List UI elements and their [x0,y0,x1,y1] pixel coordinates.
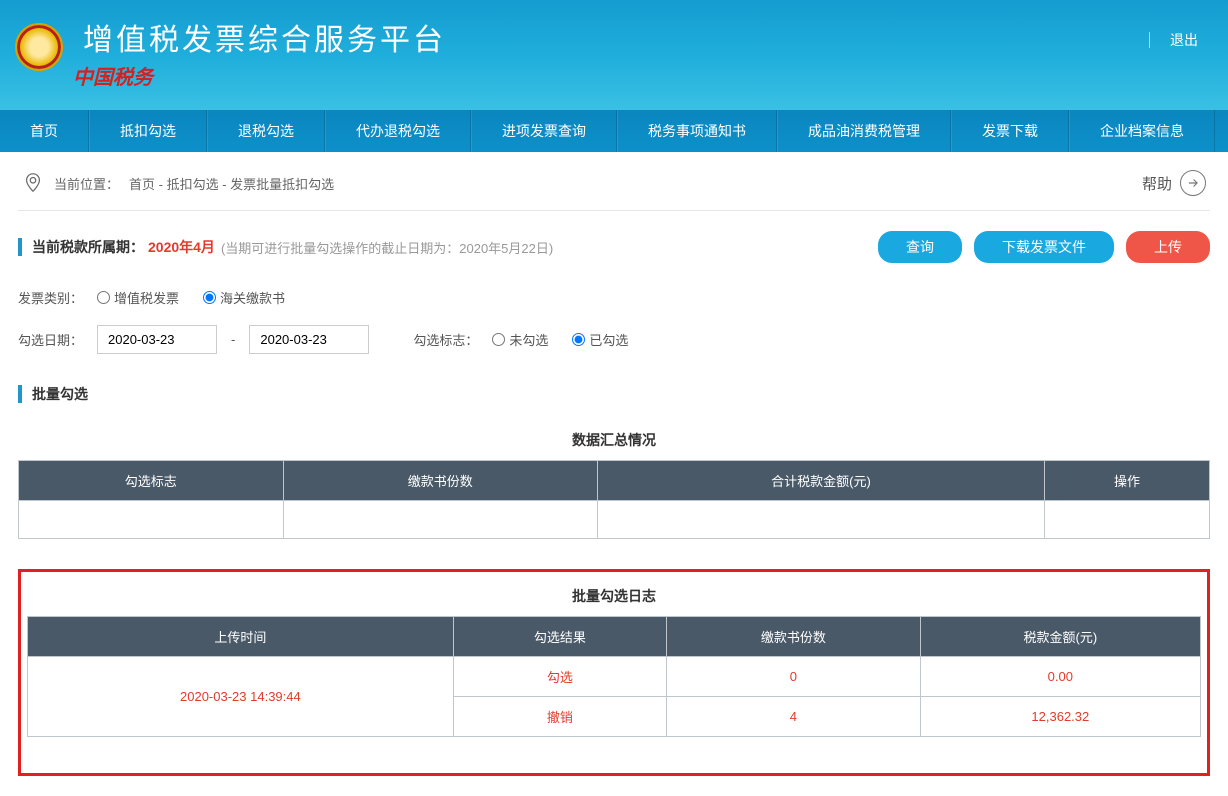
flag-checked-radio[interactable]: 已勾选 [572,330,628,349]
type-label: 发票类别： [18,288,83,307]
divider [18,210,1210,211]
nav-oil-tax[interactable]: 成品油消费税管理 [777,110,951,152]
date-separator: - [231,332,235,347]
period-value: 2020年4月 [148,237,215,257]
th-count: 缴款书份数 [283,461,597,501]
period-label: 当前税款所属期： [32,237,144,257]
type-customs-radio[interactable]: 海关缴款书 [203,288,285,307]
header-right: 退出 [1149,30,1198,50]
nav-refund[interactable]: 退税勾选 [207,110,325,152]
th-result: 勾选结果 [453,617,666,657]
flag-unchecked-input[interactable] [492,333,505,346]
logo-area: 增值税发票综合服务平台 中国税务 [15,21,446,90]
th-amount: 税款金额(元) [920,617,1200,657]
help-link[interactable]: 帮助 [1142,170,1206,196]
arrow-right-circle-icon [1180,170,1206,196]
flag-checked-label: 已勾选 [589,330,628,349]
date-to-input[interactable] [249,325,369,354]
th-count: 缴款书份数 [667,617,921,657]
date-label: 勾选日期： [18,330,83,349]
period-row: 当前税款所属期： 2020年4月 (当期可进行批量勾选操作的截止日期为：2020… [18,231,1210,263]
section-batch-title: 批量勾选 [18,384,1210,404]
summary-caption: 数据汇总情况 [18,430,1210,450]
nav-incoming-query[interactable]: 进项发票查询 [471,110,617,152]
nav-home[interactable]: 首页 [0,110,89,152]
th-flag: 勾选标志 [19,461,284,501]
accent-bar [18,385,22,403]
divider [1149,32,1150,48]
flag-label: 勾选标志： [413,330,478,349]
logout-link[interactable]: 退出 [1170,30,1198,50]
nav-agent-refund[interactable]: 代办退税勾选 [325,110,471,152]
table-row: 2020-03-23 14:39:44 勾选 0 0.00 [28,657,1201,697]
main-nav: 首页 抵扣勾选 退税勾选 代办退税勾选 进项发票查询 税务事项通知书 成品油消费… [0,110,1228,152]
type-customs-input[interactable] [203,291,216,304]
emblem-icon [15,23,63,71]
flag-unchecked-radio[interactable]: 未勾选 [492,330,548,349]
cell [19,501,284,539]
download-button[interactable]: 下载发票文件 [974,231,1114,263]
cell [597,501,1044,539]
flag-checked-input[interactable] [572,333,585,346]
cell [1045,501,1210,539]
period-note: (当期可进行批量勾选操作的截止日期为：2020年5月22日) [221,238,553,257]
help-label: 帮助 [1142,173,1172,194]
table-row [19,501,1210,539]
type-vat-radio[interactable]: 增值税发票 [97,288,179,307]
query-button[interactable]: 查询 [878,231,962,263]
cell-amount: 0.00 [920,657,1200,697]
section-batch-label: 批量勾选 [32,384,88,404]
type-vat-input[interactable] [97,291,110,304]
nav-company-info[interactable]: 企业档案信息 [1069,110,1215,152]
log-caption: 批量勾选日志 [27,586,1201,606]
nav-tax-notice[interactable]: 税务事项通知书 [617,110,777,152]
nav-deduct[interactable]: 抵扣勾选 [89,110,207,152]
cell-result: 撤销 [453,697,666,737]
filter-invoice-type: 发票类别： 增值税发票 海关缴款书 [18,288,1210,307]
breadcrumb-path: 首页 - 抵扣勾选 - 发票批量抵扣勾选 [129,174,334,193]
cell-count: 0 [667,657,921,697]
th-action: 操作 [1045,461,1210,501]
location-icon [22,172,44,194]
flag-unchecked-label: 未勾选 [509,330,548,349]
nav-download[interactable]: 发票下载 [951,110,1069,152]
breadcrumb-label: 当前位置： [54,174,119,193]
app-header: 增值税发票综合服务平台 中国税务 退出 [0,0,1228,110]
log-highlight-box: 批量勾选日志 上传时间 勾选结果 缴款书份数 税款金额(元) 2020-03-2… [18,569,1210,776]
period-info: 当前税款所属期： 2020年4月 (当期可进行批量勾选操作的截止日期为：2020… [18,237,553,257]
cell-result: 勾选 [453,657,666,697]
th-amount: 合计税款金额(元) [597,461,1044,501]
filter-date-flag: 勾选日期： - 勾选标志： 未勾选 已勾选 [18,325,1210,354]
cell-amount: 12,362.32 [920,697,1200,737]
upload-button[interactable]: 上传 [1126,231,1210,263]
accent-bar [18,238,22,256]
log-table: 上传时间 勾选结果 缴款书份数 税款金额(元) 2020-03-23 14:39… [27,616,1201,737]
org-script: 中国税务 [73,61,446,90]
cell-upload-time: 2020-03-23 14:39:44 [28,657,454,737]
summary-table: 勾选标志 缴款书份数 合计税款金额(元) 操作 [18,460,1210,539]
type-customs-label: 海关缴款书 [220,288,285,307]
breadcrumb-bar: 当前位置： 首页 - 抵扣勾选 - 发票批量抵扣勾选 帮助 [0,152,1228,210]
app-title: 增值税发票综合服务平台 [83,15,446,59]
cell-count: 4 [667,697,921,737]
date-from-input[interactable] [97,325,217,354]
type-vat-label: 增值税发票 [114,288,179,307]
th-upload-time: 上传时间 [28,617,454,657]
cell [283,501,597,539]
